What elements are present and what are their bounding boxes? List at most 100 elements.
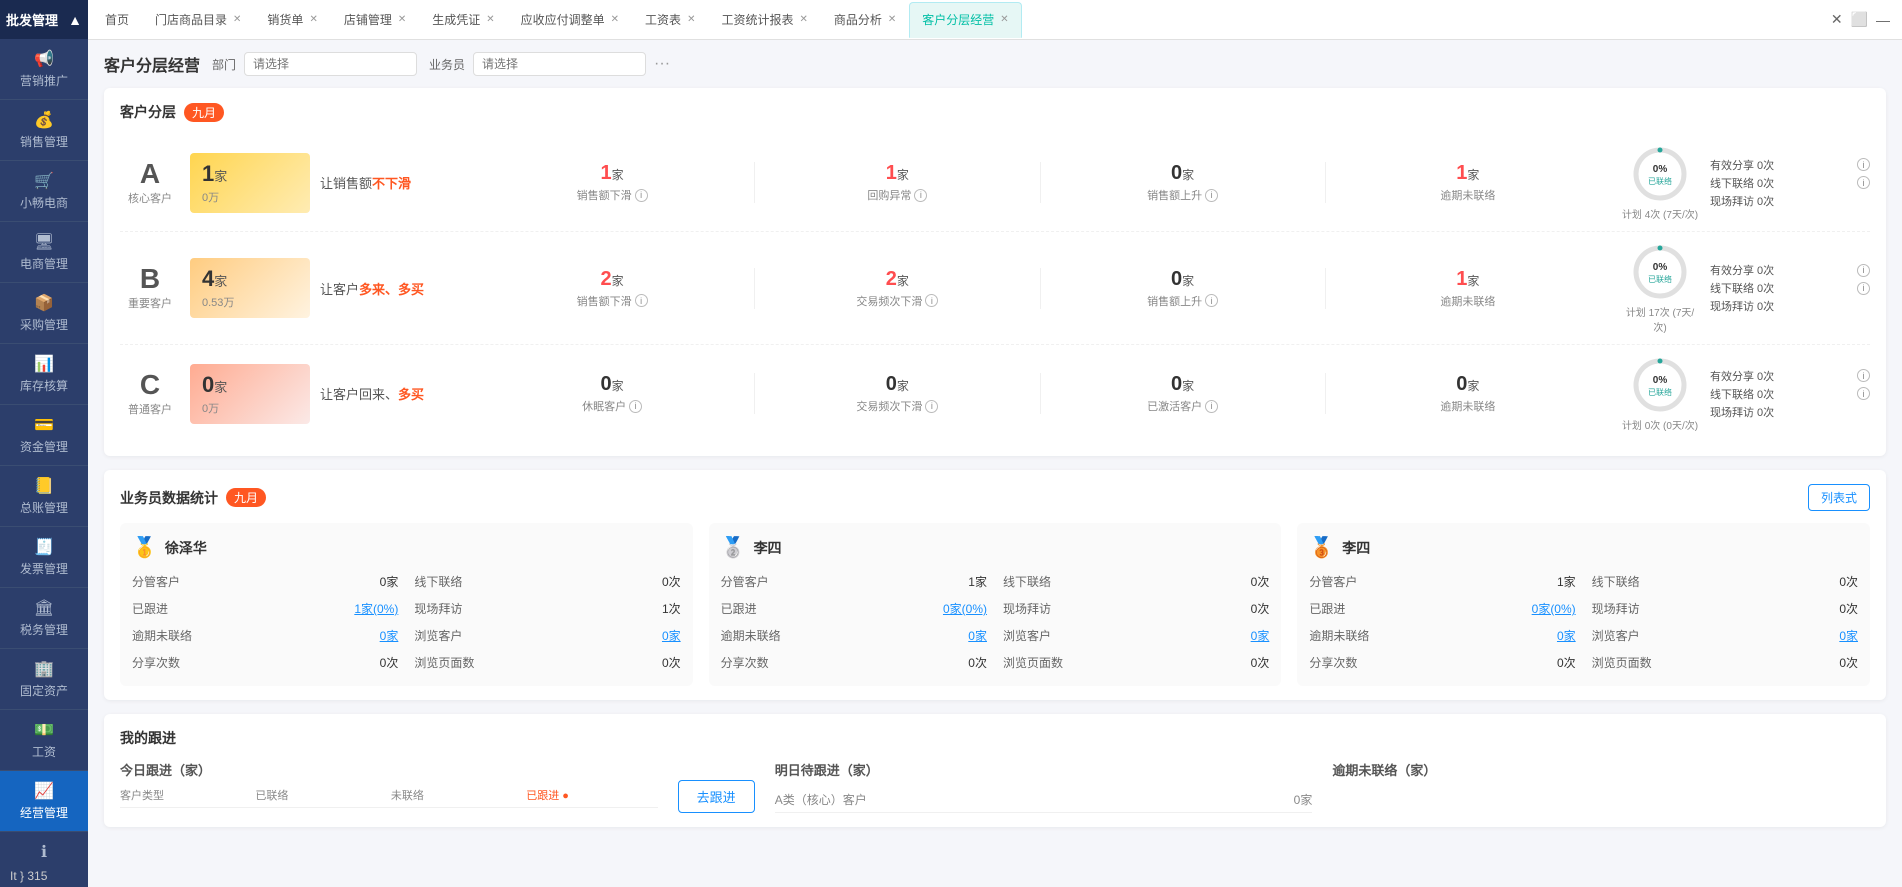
tier-count-num-b: 4 [202,266,214,291]
tax-icon: 🏛 [0,598,88,618]
info-icon[interactable]: i [635,294,648,307]
staff-stat-row: 现场拜访 0次 [1003,597,1269,620]
staff-card-0: 🥇 徐泽华 分管客户 0家 线下联络 0次 已跟进 [120,523,693,686]
info-icon[interactable]: i [1857,387,1870,400]
list-view-btn[interactable]: 列表式 [1808,484,1870,511]
customer-section: 客户分层 九月 A 核心客户 1家 0万 让销售额不下滑 1家 [104,88,1886,456]
tab-close-sales-order[interactable]: ✕ [309,14,317,25]
tab-home[interactable]: 首页 [92,2,142,38]
tab-product-analysis[interactable]: 商品分析 ✕ [821,2,909,38]
tab-close-ar-adjust[interactable]: ✕ [611,14,619,25]
tab-minimize-icon[interactable]: — [1876,12,1890,28]
sidebar-item-marketing[interactable]: 📢 营销推广 [0,39,88,100]
tab-salary[interactable]: 工资表 ✕ [632,2,708,38]
tab-store-manage[interactable]: 店铺管理 ✕ [331,2,419,38]
staff-stat-row: 现场拜访 0次 [1592,597,1858,620]
tab-salary-report[interactable]: 工资统计报表 ✕ [708,2,820,38]
sidebar-item-payroll[interactable]: 💵 工资 [0,710,88,771]
sidebar-item-label: 固定资产 [0,682,88,699]
info-icon[interactable]: i [635,189,648,202]
tier-count-num-c: 0 [202,372,214,397]
sidebar-item-management[interactable]: 📈 经营管理 [0,771,88,832]
tier-stats-a: 1家 销售额下滑 i 1家 回购异常 i 0家 销售额上升 i 1家 逾期未联络 [470,162,1610,203]
tier-stat-b-1: 2家 交易频次下滑 i [755,268,1040,309]
tab-close-salary-report[interactable]: ✕ [799,14,807,25]
sidebar-item-ledger[interactable]: 📒 总账管理 [0,466,88,527]
circle-svg-a: 0% 已联络 [1630,144,1690,204]
tier-count-sub-c: 0万 [202,400,298,416]
customer-section-title: 客户分层 [120,102,176,122]
staff-label: 业务员 [429,56,465,73]
circle-stat-c: 0% 已联络 计划 0次 (0天/次) [1620,355,1700,432]
sidebar-item-sales[interactable]: 💰 销售管理 [0,100,88,161]
staff-name-2: 李四 [1342,538,1370,558]
tier-stat-b-3: 1家 逾期未联络 [1326,268,1610,309]
tab-sales-order[interactable]: 销货单 ✕ [254,2,330,38]
sidebar-item-label: 营销推广 [0,72,88,89]
tab-close-salary[interactable]: ✕ [687,14,695,25]
sidebar-item-ecommerce-small[interactable]: 🛒 小畅电商 [0,161,88,222]
staff-stat-row: 浏览页面数 0次 [1592,651,1858,674]
info-icon[interactable]: i [1205,400,1218,413]
tab-customer-tier[interactable]: 客户分层经营 ✕ [909,2,1021,38]
info-icon[interactable]: i [925,400,938,413]
info-icon[interactable]: i [1205,294,1218,307]
info-icon[interactable]: i [1857,264,1870,277]
info-icon[interactable]: i [1857,176,1870,189]
tab-ar-adjust[interactable]: 应收应付调整单 ✕ [508,2,632,38]
sidebar-item-inventory[interactable]: 📊 库存核算 [0,344,88,405]
tier-slogan-a: 让销售额不下滑 [320,173,460,192]
info-icon[interactable]: i [1857,282,1870,295]
follow-section-title: 我的跟进 [120,728,176,748]
tab-close-store-manage[interactable]: ✕ [398,14,406,25]
staff-stat-row: 浏览页面数 0次 [1003,651,1269,674]
staff-stat-row: 分享次数 0次 [1309,651,1575,674]
sidebar-item-label: 经营管理 [0,804,88,821]
tab-close-all-icon[interactable]: ✕ [1831,11,1843,28]
tab-close-voucher[interactable]: ✕ [486,14,494,25]
info-icon[interactable]: i [1857,369,1870,382]
info-icon[interactable]: i [914,189,927,202]
ecommerce-icon: 🖥 [0,232,88,252]
tier-count-sub-a: 0万 [202,189,298,205]
dept-filter: 部门 [212,52,417,76]
sidebar-item-label: 采购管理 [0,316,88,333]
staff-stat-row: 逾期未联络 0家 [721,624,987,647]
sidebar-item-tax[interactable]: 🏛 税务管理 [0,588,88,649]
info-icon[interactable]: i [1857,158,1870,171]
circle-stat-a: 0% 已联络 计划 4次 (7天/次) [1620,144,1700,221]
business-section-action: 列表式 [1808,484,1870,511]
filter-more-icon[interactable]: ··· [654,55,670,73]
staff-stat-row: 浏览客户 0家 [414,624,680,647]
tab-voucher[interactable]: 生成凭证 ✕ [419,2,507,38]
info-icon[interactable]: i [1205,189,1218,202]
staff-stats-grid-0: 分管客户 0家 线下联络 0次 已跟进 1家(0%) 现场拜访 [132,570,681,674]
sidebar-item-label: 资金管理 [0,438,88,455]
sidebar-collapse-icon[interactable]: ▲ [68,12,82,28]
tab-close-customer-tier[interactable]: ✕ [1000,14,1008,25]
tab-close-product-analysis[interactable]: ✕ [888,14,896,25]
tab-restore-icon[interactable]: ⬜ [1851,11,1868,28]
info-icon[interactable]: i [629,400,642,413]
staff-stat-row: 线下联络 0次 [1592,570,1858,593]
sidebar-item-ecommerce[interactable]: 🖥 电商管理 [0,222,88,283]
sidebar-item-invoice[interactable]: 🧾 发票管理 [0,527,88,588]
purchase-icon: 📦 [0,293,88,313]
invoice-icon: 🧾 [0,537,88,557]
page-title: 客户分层经营 [104,52,200,76]
go-follow-btn[interactable]: 去跟进 [678,780,755,813]
tab-close-store-products[interactable]: ✕ [233,14,241,25]
staff-select[interactable] [473,52,646,76]
business-section-header: 业务员数据统计 九月 列表式 [120,484,1870,511]
tab-store-products[interactable]: 门店商品目录 ✕ [142,2,254,38]
info-icon[interactable]: i [925,294,938,307]
sidebar-item-finance[interactable]: 💳 资金管理 [0,405,88,466]
sidebar-item-purchase[interactable]: 📦 采购管理 [0,283,88,344]
tier-name-b: 重要客户 [120,295,180,311]
tier-name-c: 普通客户 [120,401,180,417]
tomorrow-header-row: A类（核心）客户 0家 [775,787,1313,813]
dept-select[interactable] [244,52,417,76]
ecommerce-small-icon: 🛒 [0,171,88,191]
staff-stat-row: 已跟进 0家(0%) [721,597,987,620]
sidebar-item-assets[interactable]: 🏢 固定资产 [0,649,88,710]
